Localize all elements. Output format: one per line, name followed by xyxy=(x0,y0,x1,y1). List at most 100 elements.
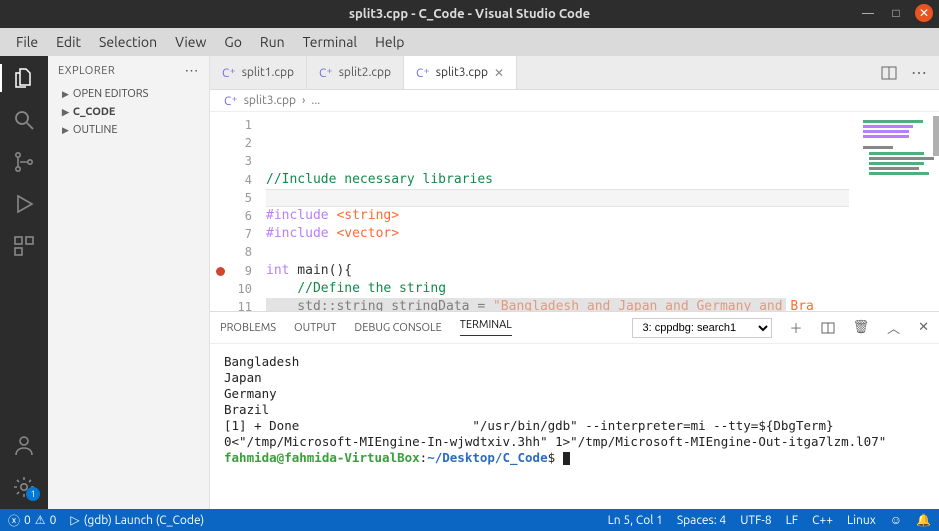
terminal-line: Japan xyxy=(224,370,925,386)
tab-split2[interactable]: C⁺split2.cpp xyxy=(307,56,404,89)
activity-accounts[interactable] xyxy=(12,433,36,457)
tab-output[interactable]: OUTPUT xyxy=(294,322,336,334)
cpp-file-icon: C⁺ xyxy=(319,66,333,80)
menu-file[interactable]: File xyxy=(8,32,46,52)
activity-run-debug[interactable] xyxy=(12,192,36,216)
explorer-sidebar: EXPLORER ⋯ ▶OPEN EDITORS ▶C_CODE ▶OUTLIN… xyxy=(48,56,210,509)
line-number: 4 xyxy=(210,171,252,189)
tab-problems[interactable]: PROBLEMS xyxy=(220,322,276,334)
account-icon xyxy=(12,433,36,457)
menu-selection[interactable]: Selection xyxy=(91,32,165,52)
minimap-preview xyxy=(859,116,939,311)
explorer-title: EXPLORER xyxy=(58,65,115,77)
terminal-selector[interactable]: 3: cppdbg: search1 xyxy=(632,318,772,338)
code-line[interactable]: int main(){ xyxy=(266,262,939,280)
status-bell-icon[interactable]: 🔔 xyxy=(916,513,931,527)
maximize-panel-icon[interactable]: ︿ xyxy=(887,318,900,337)
menu-run[interactable]: Run xyxy=(252,32,293,52)
bottom-panel: PROBLEMS OUTPUT DEBUG CONSOLE TERMINAL 3… xyxy=(210,311,939,509)
cpp-file-icon: C⁺ xyxy=(224,94,238,108)
menu-bar: File Edit Selection View Go Run Terminal… xyxy=(0,28,939,56)
code-line[interactable]: #include <vector> xyxy=(266,225,939,243)
error-icon: ⓧ xyxy=(8,512,20,529)
terminal-content[interactable]: BangladeshJapanGermanyBrazil[1] + Done "… xyxy=(210,344,939,509)
activity-extensions[interactable] xyxy=(12,234,36,258)
line-number: 6 xyxy=(210,207,252,225)
status-encoding[interactable]: UTF-8 xyxy=(740,514,771,527)
section-folder[interactable]: ▶C_CODE xyxy=(48,103,209,121)
chevron-right-icon: ▶ xyxy=(62,89,69,100)
breadcrumb-file[interactable]: split3.cpp xyxy=(244,94,296,107)
activity-source-control[interactable] xyxy=(12,150,36,174)
status-launch[interactable]: ▷(gdb) Launch (C_Code) xyxy=(70,513,204,527)
activity-settings[interactable]: 1 xyxy=(12,475,36,499)
line-number: 8 xyxy=(210,243,252,261)
status-feedback-icon[interactable]: ☺ xyxy=(890,513,902,527)
close-button[interactable]: ✕ xyxy=(915,4,933,22)
terminal-prompt[interactable]: fahmida@fahmida-VirtualBox:~/Desktop/C_C… xyxy=(224,450,925,466)
activity-search[interactable] xyxy=(12,108,36,132)
tab-split1[interactable]: C⁺split1.cpp xyxy=(210,56,307,89)
line-number: 3 xyxy=(210,152,252,170)
close-panel-icon[interactable]: ✕ xyxy=(918,320,929,335)
tab-debug-console[interactable]: DEBUG CONSOLE xyxy=(354,322,441,334)
new-terminal-icon[interactable]: ＋ xyxy=(790,318,803,337)
code-content[interactable]: //Include necessary libraries#include <i… xyxy=(266,112,939,311)
breadcrumb-more[interactable]: ... xyxy=(311,94,320,107)
status-language[interactable]: C++ xyxy=(812,514,833,527)
status-indent[interactable]: Spaces: 4 xyxy=(677,514,726,527)
status-eol[interactable]: LF xyxy=(786,514,798,527)
chevron-right-icon: ▶ xyxy=(62,125,69,136)
menu-help[interactable]: Help xyxy=(367,32,412,52)
code-line[interactable]: //Include necessary libraries xyxy=(266,171,939,189)
line-number: 7 xyxy=(210,225,252,243)
line-number: 10 xyxy=(210,280,252,298)
more-actions-icon[interactable]: ⋯ xyxy=(911,63,927,82)
tab-split3[interactable]: C⁺split3.cpp✕ xyxy=(404,56,517,89)
window-title: split3.cpp - C_Code - Visual Studio Code xyxy=(349,7,590,21)
status-errors[interactable]: ⓧ0⚠0 xyxy=(8,512,56,529)
breadcrumb[interactable]: C⁺ split3.cpp › ... xyxy=(210,90,939,112)
code-line[interactable]: #include <string> xyxy=(266,207,939,225)
status-os[interactable]: Linux xyxy=(847,514,876,527)
activity-explorer[interactable] xyxy=(12,66,36,90)
code-editor[interactable]: 1234567891011 //Include necessary librar… xyxy=(210,112,939,311)
split-editor-icon[interactable] xyxy=(881,65,897,81)
code-line[interactable]: //Define the string xyxy=(266,280,939,298)
line-number-gutter: 1234567891011 xyxy=(210,112,266,311)
cpp-file-icon: C⁺ xyxy=(416,66,430,80)
minimap[interactable] xyxy=(859,116,939,311)
current-line-highlight xyxy=(266,189,849,207)
activity-bar: 1 xyxy=(0,56,48,509)
section-outline[interactable]: ▶OUTLINE xyxy=(48,121,209,139)
terminal-line: Bangladesh xyxy=(224,354,925,370)
maximize-button[interactable]: □ xyxy=(887,4,905,22)
tab-terminal[interactable]: TERMINAL xyxy=(460,319,512,336)
kill-terminal-icon[interactable]: 🗑 xyxy=(853,320,870,335)
minimap-viewport[interactable] xyxy=(933,116,939,156)
menu-edit[interactable]: Edit xyxy=(48,32,89,52)
menu-go[interactable]: Go xyxy=(216,32,249,52)
section-open-editors[interactable]: ▶OPEN EDITORS xyxy=(48,85,209,103)
split-terminal-icon[interactable] xyxy=(821,321,835,335)
debug-icon xyxy=(12,192,36,216)
editor-tabs: C⁺split1.cpp C⁺split2.cpp C⁺split3.cpp✕ … xyxy=(210,56,939,90)
files-icon xyxy=(12,66,36,90)
selection-highlight xyxy=(266,298,786,311)
line-number: 5 xyxy=(210,189,252,207)
editor-group: C⁺split1.cpp C⁺split2.cpp C⁺split3.cpp✕ … xyxy=(210,56,939,509)
explorer-more-icon[interactable]: ⋯ xyxy=(185,62,200,79)
menu-terminal[interactable]: Terminal xyxy=(295,32,366,52)
source-control-icon xyxy=(12,150,36,174)
status-cursor-position[interactable]: Ln 5, Col 1 xyxy=(608,514,663,527)
menu-view[interactable]: View xyxy=(167,32,214,52)
title-bar: split3.cpp - C_Code - Visual Studio Code… xyxy=(0,0,939,28)
line-number: 11 xyxy=(210,298,252,311)
line-number: 2 xyxy=(210,134,252,152)
chevron-right-icon: ▶ xyxy=(62,107,69,118)
close-icon[interactable]: ✕ xyxy=(494,66,504,80)
minimize-button[interactable]: — xyxy=(859,4,877,22)
code-line[interactable] xyxy=(266,243,939,261)
breakpoint-icon[interactable] xyxy=(216,267,225,276)
search-icon xyxy=(12,108,36,132)
